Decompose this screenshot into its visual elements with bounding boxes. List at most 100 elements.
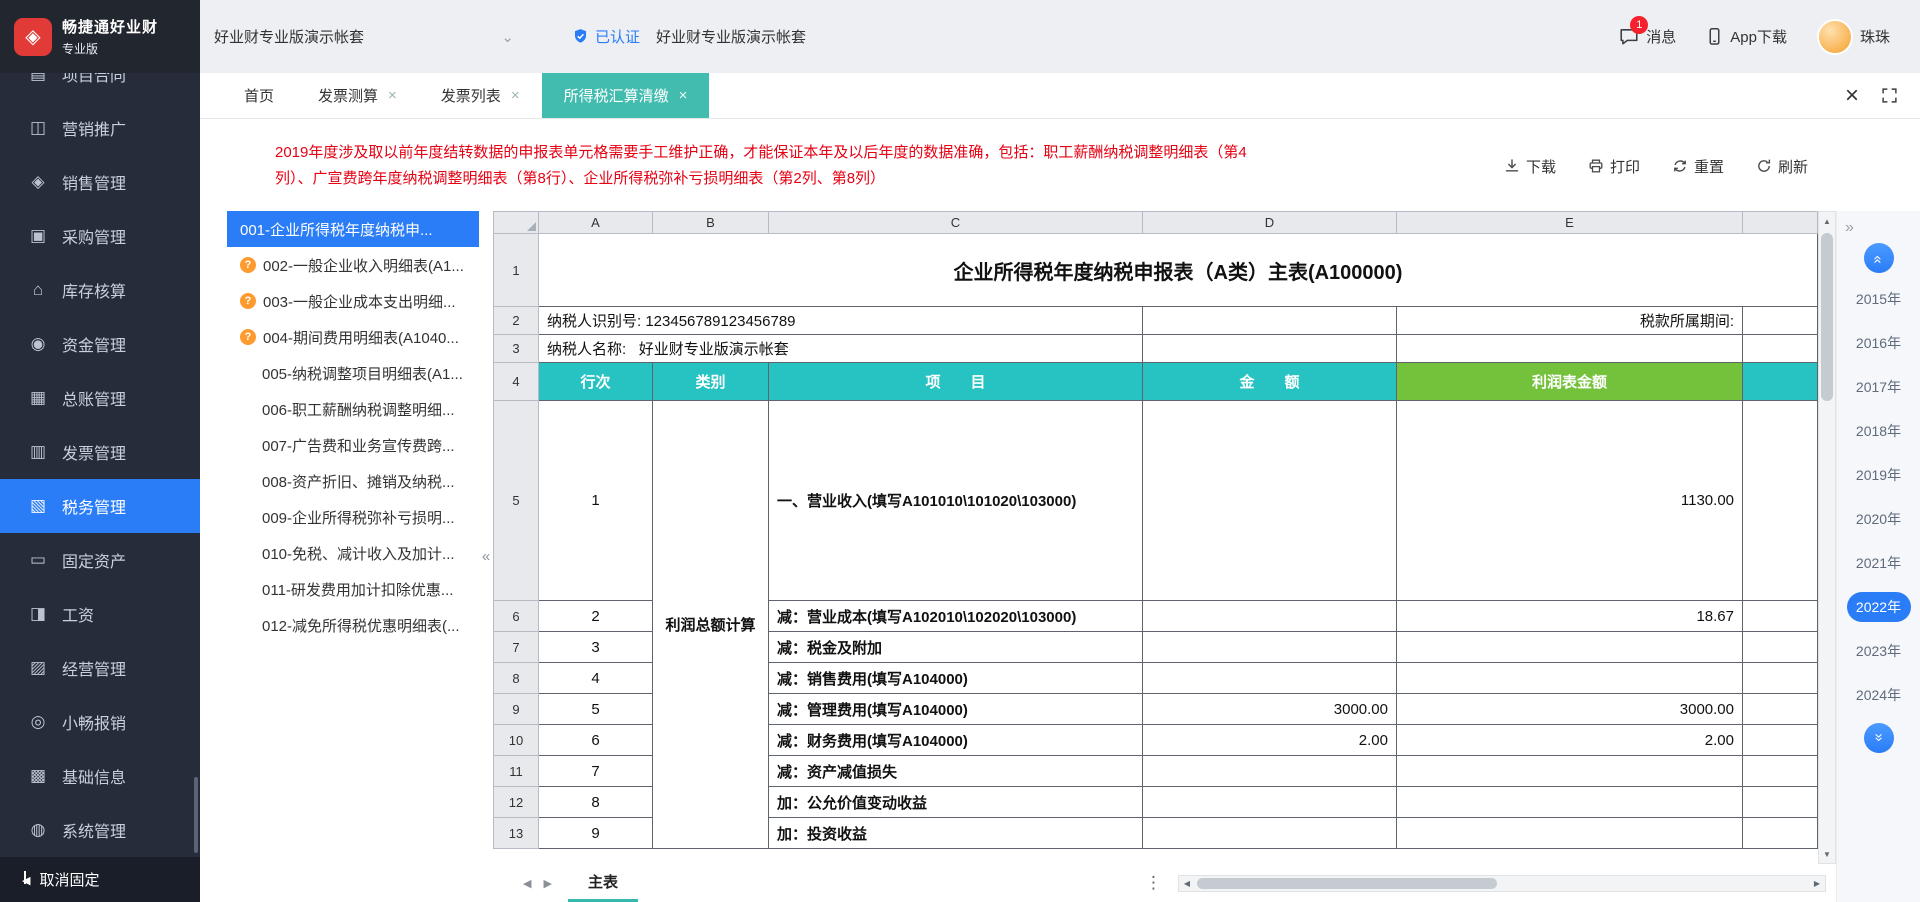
years-scroll-up-button[interactable]: « — [1863, 243, 1894, 273]
row-header-6[interactable]: 6 — [493, 600, 539, 632]
close-tab-icon[interactable]: × — [511, 87, 520, 104]
item-cell[interactable]: 减：管理费用(填写A104000) — [768, 693, 1143, 725]
header-profit-amount[interactable]: 利润表金额 — [1396, 362, 1743, 401]
line-no-cell[interactable]: 6 — [538, 724, 653, 756]
form-item-005[interactable]: 005-纳税调整项目明细表(A1... — [227, 355, 479, 391]
sidebar-item-base-info[interactable]: ▩ 基础信息 — [0, 749, 200, 803]
year-2018[interactable]: 2018年 — [1847, 416, 1911, 446]
messages-button[interactable]: 1 消息 — [1619, 16, 1676, 47]
app-download-button[interactable]: App下载 — [1706, 26, 1787, 47]
sidebar-scrollbar-thumb[interactable] — [194, 777, 198, 853]
item-cell[interactable]: 加：公允价值变动收益 — [768, 786, 1143, 818]
user-menu[interactable]: 珠珠 — [1816, 18, 1890, 55]
line-no-cell[interactable]: 9 — [538, 817, 653, 849]
sidebar-item-purchase[interactable]: ▣ 采购管理 — [0, 209, 200, 263]
header-partial[interactable] — [1742, 362, 1818, 401]
row-header-10[interactable]: 10 — [493, 724, 539, 756]
header-item[interactable]: 项 目 — [768, 362, 1143, 401]
reset-button[interactable]: 重置 — [1672, 156, 1724, 177]
column-header-partial[interactable] — [1742, 211, 1818, 234]
empty-cell[interactable] — [1742, 662, 1818, 694]
form-item-008[interactable]: 008-资产折旧、摊销及纳税... — [227, 463, 479, 499]
empty-cell[interactable] — [1396, 334, 1743, 363]
sidebar-item-marketing[interactable]: ◫ 营销推广 — [0, 101, 200, 155]
amount-cell[interactable]: 2.00 — [1142, 724, 1397, 756]
sidebar-item-inventory[interactable]: ⌂ 库存核算 — [0, 263, 200, 317]
year-2024[interactable]: 2024年 — [1847, 680, 1911, 710]
profit-cell[interactable] — [1396, 631, 1743, 663]
row-header-7[interactable]: 7 — [493, 631, 539, 663]
year-2022[interactable]: 2022年 — [1846, 592, 1911, 622]
select-all-corner[interactable] — [493, 211, 539, 234]
empty-cell[interactable] — [1742, 400, 1818, 601]
profit-cell[interactable] — [1396, 755, 1743, 787]
scroll-up-icon[interactable]: ▲ — [1819, 212, 1835, 230]
close-tab-icon[interactable]: × — [388, 87, 397, 104]
empty-cell[interactable] — [1742, 600, 1818, 632]
empty-cell[interactable] — [1742, 334, 1818, 363]
workspace-select[interactable]: 好业财专业版演示帐套 ⌄ — [214, 26, 514, 47]
amount-cell[interactable] — [1142, 755, 1397, 787]
vertical-scrollbar[interactable]: ▲ ▼ — [1818, 211, 1836, 864]
row-header-5[interactable]: 5 — [493, 400, 539, 601]
amount-cell[interactable] — [1142, 786, 1397, 818]
line-no-cell[interactable]: 3 — [538, 631, 653, 663]
form-item-009[interactable]: 009-企业所得税弥补亏损明... — [227, 499, 479, 535]
row-header-1[interactable]: 1 — [493, 233, 539, 307]
empty-cell[interactable] — [1742, 724, 1818, 756]
profit-cell[interactable] — [1396, 786, 1743, 818]
item-cell[interactable]: 一、营业收入(填写A101010\101020\103000) — [768, 400, 1143, 601]
row-header-8[interactable]: 8 — [493, 662, 539, 694]
sidebar-item-invoice[interactable]: ▥ 发票管理 — [0, 425, 200, 479]
next-sheet-icon[interactable]: ▶ — [543, 877, 551, 890]
empty-cell[interactable] — [1742, 693, 1818, 725]
horizontal-scrollbar-thumb[interactable] — [1197, 877, 1497, 889]
form-item-012[interactable]: 012-减免所得税优惠明细表(... — [227, 607, 479, 643]
empty-cell[interactable] — [1742, 817, 1818, 849]
item-cell[interactable]: 减：营业成本(填写A102010\102020\103000) — [768, 600, 1143, 632]
sidebar-item-funds[interactable]: ◉ 资金管理 — [0, 317, 200, 371]
tab-invoice-estimate[interactable]: 发票测算 × — [296, 73, 419, 118]
refresh-button[interactable]: 刷新 — [1756, 156, 1808, 177]
form-item-007[interactable]: 007-广告费和业务宣传费跨... — [227, 427, 479, 463]
horizontal-scrollbar[interactable]: ◀ ▶ — [1178, 874, 1826, 892]
item-cell[interactable]: 减：资产减值损失 — [768, 755, 1143, 787]
sidebar-item-tax[interactable]: ▧ 税务管理 — [0, 479, 200, 533]
empty-cell[interactable] — [1742, 786, 1818, 818]
sidebar-item-system[interactable]: ◍ 系统管理 — [0, 803, 200, 857]
empty-cell[interactable] — [1742, 306, 1818, 335]
sidebar-item-sales[interactable]: ◈ 销售管理 — [0, 155, 200, 209]
column-header-B[interactable]: B — [652, 211, 769, 234]
years-scroll-down-button[interactable]: « — [1863, 723, 1894, 753]
year-2020[interactable]: 2020年 — [1847, 504, 1911, 534]
year-2019[interactable]: 2019年 — [1847, 460, 1911, 490]
tab-invoice-list[interactable]: 发票列表 × — [419, 73, 542, 118]
profit-cell[interactable]: 2.00 — [1396, 724, 1743, 756]
year-2016[interactable]: 2016年 — [1847, 328, 1911, 358]
header-amount[interactable]: 金 额 — [1142, 362, 1397, 401]
year-2017[interactable]: 2017年 — [1847, 372, 1911, 402]
close-tab-icon[interactable]: × — [679, 87, 688, 104]
profit-cell[interactable]: 1130.00 — [1396, 400, 1743, 601]
profit-cell[interactable]: 18.67 — [1396, 600, 1743, 632]
profit-cell[interactable] — [1396, 662, 1743, 694]
row-header-3[interactable]: 3 — [493, 334, 539, 363]
amount-cell[interactable] — [1142, 400, 1397, 601]
row-header-13[interactable]: 13 — [493, 817, 539, 849]
year-2021[interactable]: 2021年 — [1847, 548, 1911, 578]
scroll-right-icon[interactable]: ▶ — [1809, 879, 1825, 888]
amount-cell[interactable] — [1142, 817, 1397, 849]
sheet-tab-main[interactable]: 主表 — [567, 864, 638, 902]
sidebar-item-operations[interactable]: ▨ 经营管理 — [0, 641, 200, 695]
sidebar-item-project-contract[interactable]: ▤ 项目合同 — [0, 73, 200, 101]
form-item-010[interactable]: 010-免税、减计收入及加计... — [227, 535, 479, 571]
taxpayer-id-cell[interactable]: 纳税人识别号: 123456789123456789 — [538, 306, 1143, 335]
expand-right-icon[interactable]: » — [1845, 219, 1854, 237]
line-no-cell[interactable]: 4 — [538, 662, 653, 694]
amount-cell[interactable] — [1142, 631, 1397, 663]
prev-sheet-icon[interactable]: ◀ — [523, 877, 531, 890]
form-item-004[interactable]: ? 004-期间费用明细表(A1040... — [227, 319, 479, 355]
scroll-left-icon[interactable]: ◀ — [1179, 879, 1195, 888]
profit-cell[interactable] — [1396, 817, 1743, 849]
line-no-cell[interactable]: 8 — [538, 786, 653, 818]
